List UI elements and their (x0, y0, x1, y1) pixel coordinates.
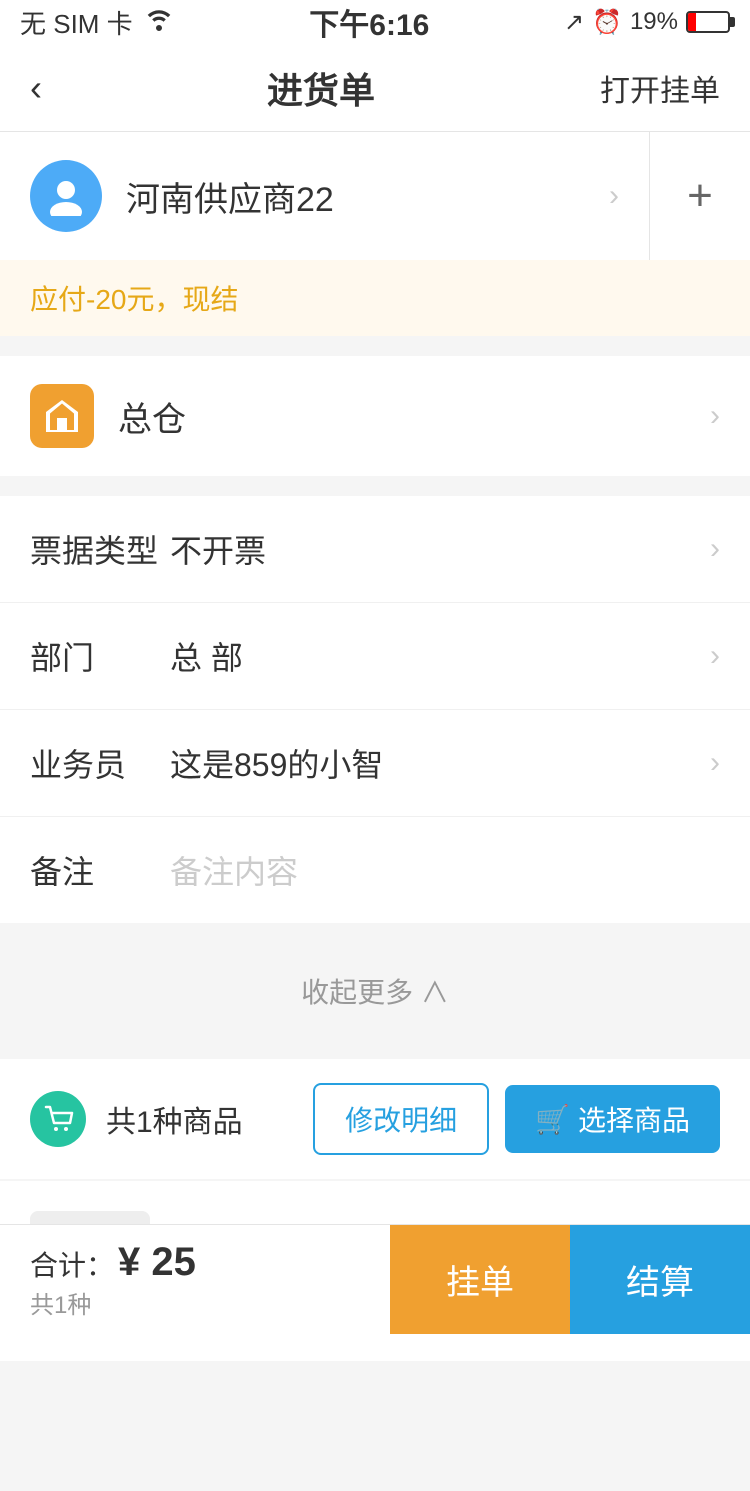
add-button[interactable]: + (650, 132, 750, 260)
supplier-name: 河南供应商22 (126, 172, 599, 221)
bottom-bar: 合计： ¥ 25 共1种 挂单 结算 (0, 1224, 750, 1334)
select-product-label: 选择商品 (578, 1099, 690, 1139)
form-section: 票据类型 不开票 › 部门 总 部 › 业务员 这是859的小智 › 备注 备注… (0, 496, 750, 923)
invoice-type-chevron-icon: › (710, 532, 720, 566)
salesperson-row[interactable]: 业务员 这是859的小智 › (0, 710, 750, 817)
notice-bar: 应付-20元，现结 (0, 260, 750, 336)
supplier-row[interactable]: 河南供应商22 › (0, 132, 650, 260)
department-row[interactable]: 部门 总 部 › (0, 603, 750, 710)
wifi-icon (143, 7, 175, 38)
carrier-label: 无 SIM 卡 (20, 4, 133, 41)
warehouse-name: 总仓 (118, 392, 700, 441)
nav-bar: ‹ 进货单 打开挂单 (0, 44, 750, 132)
edit-detail-button[interactable]: 修改明细 (313, 1083, 489, 1155)
supplier-avatar (30, 160, 102, 232)
remark-row[interactable]: 备注 备注内容 (0, 817, 750, 923)
status-time: 下午6:16 (309, 0, 429, 44)
back-button[interactable]: ‹ (30, 67, 42, 109)
department-chevron-icon: › (710, 639, 720, 673)
department-value: 总 部 (170, 633, 700, 679)
salesperson-value: 这是859的小智 (170, 740, 700, 786)
supplier-section: 河南供应商22 › + (0, 132, 750, 260)
products-header: 共1种商品 修改明细 🛒 选择商品 (0, 1059, 750, 1179)
total-count: 共1种 (30, 1285, 360, 1320)
battery-percent: 19% (630, 8, 678, 36)
page-title: 进货单 (267, 62, 375, 114)
total-label: 合计： (30, 1244, 114, 1284)
remark-label: 备注 (30, 847, 170, 893)
remark-placeholder: 备注内容 (170, 847, 720, 893)
invoice-type-label: 票据类型 (30, 526, 170, 572)
select-product-icon: 🛒 (535, 1103, 570, 1136)
invoice-type-row[interactable]: 票据类型 不开票 › (0, 496, 750, 603)
products-icon (30, 1091, 86, 1147)
collapse-bar[interactable]: 收起更多 ∧ (0, 943, 750, 1039)
warehouse-chevron-icon: › (710, 399, 720, 433)
status-right: ↗ ⏰ 19% (564, 8, 730, 37)
notice-text: 应付-20元，现结 (30, 284, 238, 315)
battery-icon (686, 11, 730, 33)
products-count: 共1种商品 (106, 1097, 313, 1141)
total-amount: ¥ 25 (118, 1240, 196, 1285)
alarm-icon: ⏰ (592, 8, 622, 37)
warehouse-row[interactable]: 总仓 › (0, 356, 750, 476)
status-left: 无 SIM 卡 (20, 4, 175, 41)
collapse-label: 收起更多 ∧ (301, 977, 449, 1008)
location-icon: ↗ (564, 8, 584, 37)
open-hang-button[interactable]: 打开挂单 (600, 66, 720, 110)
department-label: 部门 (30, 633, 170, 679)
select-product-button[interactable]: 🛒 选择商品 (505, 1085, 720, 1153)
status-bar: 无 SIM 卡 下午6:16 ↗ ⏰ 19% (0, 0, 750, 44)
supplier-chevron-icon: › (609, 179, 619, 213)
checkout-button[interactable]: 结算 (570, 1225, 750, 1334)
invoice-type-value: 不开票 (170, 526, 700, 572)
total-section: 合计： ¥ 25 共1种 (0, 1225, 390, 1334)
salesperson-label: 业务员 (30, 740, 170, 786)
salesperson-chevron-icon: › (710, 746, 720, 780)
warehouse-icon (30, 384, 94, 448)
hang-button[interactable]: 挂单 (390, 1225, 570, 1334)
